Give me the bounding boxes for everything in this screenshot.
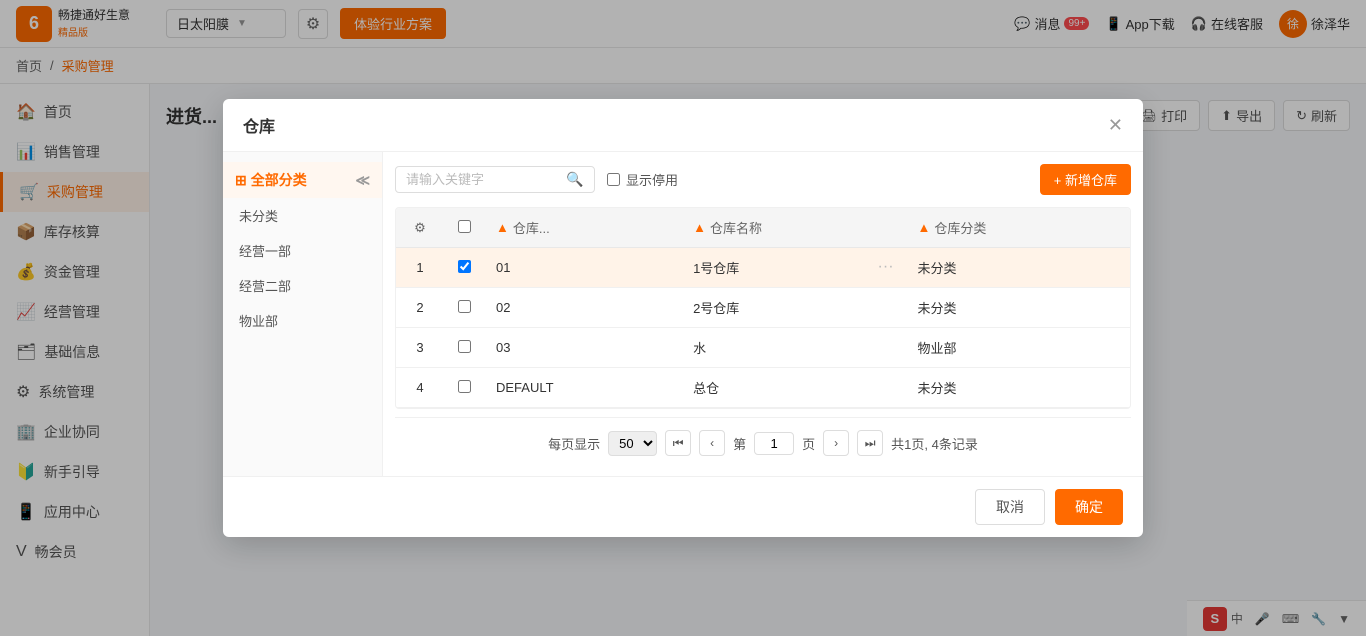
next-page-button[interactable]: ›: [823, 430, 849, 456]
search-icon[interactable]: 🔍: [566, 171, 583, 188]
cancel-button[interactable]: 取消: [975, 489, 1045, 525]
row-checkbox[interactable]: [444, 288, 484, 328]
row-name: 水: [681, 328, 905, 368]
warehouse-modal: 仓库 ✕ ⊞ 全部分类 ≪ 未分类 经营一部 经营二部 物业部: [223, 99, 1143, 537]
per-page-label: 每页显示: [548, 434, 600, 453]
row-category: 未分类: [906, 248, 1130, 288]
sort-icon: ▲: [918, 220, 931, 235]
page-number-input[interactable]: [754, 432, 794, 455]
warehouse-table: ⚙ ▲ 仓库... ▲: [395, 207, 1131, 409]
grid-icon: ⊞: [235, 172, 247, 189]
search-input[interactable]: [406, 172, 566, 187]
row-code: 02: [484, 288, 681, 328]
modal-title: 仓库: [243, 113, 275, 137]
modal-footer: 取消 确定: [223, 476, 1143, 537]
row-category: 未分类: [906, 368, 1130, 408]
row-code: 03: [484, 328, 681, 368]
th-checkbox[interactable]: [444, 208, 484, 248]
row-actions[interactable]: ···: [878, 258, 894, 276]
page-suffix: 页: [802, 434, 815, 453]
th-warehouse-code[interactable]: ▲ 仓库...: [484, 208, 681, 248]
modal-toolbar: 🔍 显示停用 + 新增仓库: [395, 164, 1131, 195]
category-item-2[interactable]: 经营二部: [223, 268, 382, 303]
table-row[interactable]: 2 02 2号仓库 未分类: [396, 288, 1130, 328]
row-name: 1号仓库···: [681, 248, 905, 288]
row-code: 01: [484, 248, 681, 288]
prev-page-button[interactable]: ‹: [699, 430, 725, 456]
th-warehouse-name[interactable]: ▲ 仓库名称: [681, 208, 905, 248]
modal-search-area: 🔍 显示停用: [395, 166, 678, 193]
row-no: 2: [396, 288, 444, 328]
show-disabled-text: 显示停用: [626, 170, 678, 189]
row-no: 4: [396, 368, 444, 408]
page-label: 第: [733, 434, 746, 453]
sort-icon: ▲: [496, 220, 509, 235]
row-no: 1: [396, 248, 444, 288]
last-page-button[interactable]: ⏭: [857, 430, 883, 456]
modal-overlay[interactable]: 仓库 ✕ ⊞ 全部分类 ≪ 未分类 经营一部 经营二部 物业部: [0, 0, 1366, 636]
row-category: 未分类: [906, 288, 1130, 328]
sort-icon: ▲: [693, 220, 706, 235]
show-disabled-label[interactable]: 显示停用: [607, 170, 678, 189]
row-code: DEFAULT: [484, 368, 681, 408]
category-item-0[interactable]: 未分类: [223, 198, 382, 233]
row-checkbox[interactable]: [444, 328, 484, 368]
modal-content-area: 🔍 显示停用 + 新增仓库 ⚙: [383, 152, 1143, 476]
table-row[interactable]: 3 03 水 物业部: [396, 328, 1130, 368]
row-name: 总仓: [681, 368, 905, 408]
per-page-select[interactable]: 50: [608, 431, 657, 456]
modal-sidebar: ⊞ 全部分类 ≪ 未分类 经营一部 经营二部 物业部: [223, 152, 383, 476]
category-item-1[interactable]: 经营一部: [223, 233, 382, 268]
select-all-checkbox[interactable]: [458, 220, 471, 233]
row-checkbox[interactable]: [444, 248, 484, 288]
first-page-button[interactable]: ⏮: [665, 430, 691, 456]
table-row[interactable]: 4 DEFAULT 总仓 未分类: [396, 368, 1130, 408]
modal-header: 仓库 ✕: [223, 99, 1143, 152]
modal-body: ⊞ 全部分类 ≪ 未分类 经营一部 经营二部 物业部 🔍: [223, 152, 1143, 476]
table-header-row: ⚙ ▲ 仓库... ▲: [396, 208, 1130, 248]
new-warehouse-button[interactable]: + 新增仓库: [1040, 164, 1131, 195]
pagination: 每页显示 50 ⏮ ‹ 第 页 › ⏭ 共1页, 4条记录: [395, 417, 1131, 464]
category-item-3[interactable]: 物业部: [223, 303, 382, 338]
all-categories-label[interactable]: 全部分类: [251, 170, 307, 190]
collapse-icon[interactable]: ≪: [355, 172, 370, 189]
close-icon[interactable]: ✕: [1108, 115, 1123, 136]
search-box: 🔍: [395, 166, 595, 193]
modal-sidebar-header: ⊞ 全部分类 ≪: [223, 162, 382, 198]
total-info: 共1页, 4条记录: [891, 434, 978, 453]
confirm-button[interactable]: 确定: [1055, 489, 1123, 525]
show-disabled-checkbox[interactable]: [607, 173, 620, 186]
row-no: 3: [396, 328, 444, 368]
row-name: 2号仓库: [681, 288, 905, 328]
row-category: 物业部: [906, 328, 1130, 368]
th-gear[interactable]: ⚙: [396, 208, 444, 248]
th-warehouse-category[interactable]: ▲ 仓库分类: [906, 208, 1130, 248]
table-row[interactable]: 1 01 1号仓库··· 未分类: [396, 248, 1130, 288]
row-checkbox[interactable]: [444, 368, 484, 408]
